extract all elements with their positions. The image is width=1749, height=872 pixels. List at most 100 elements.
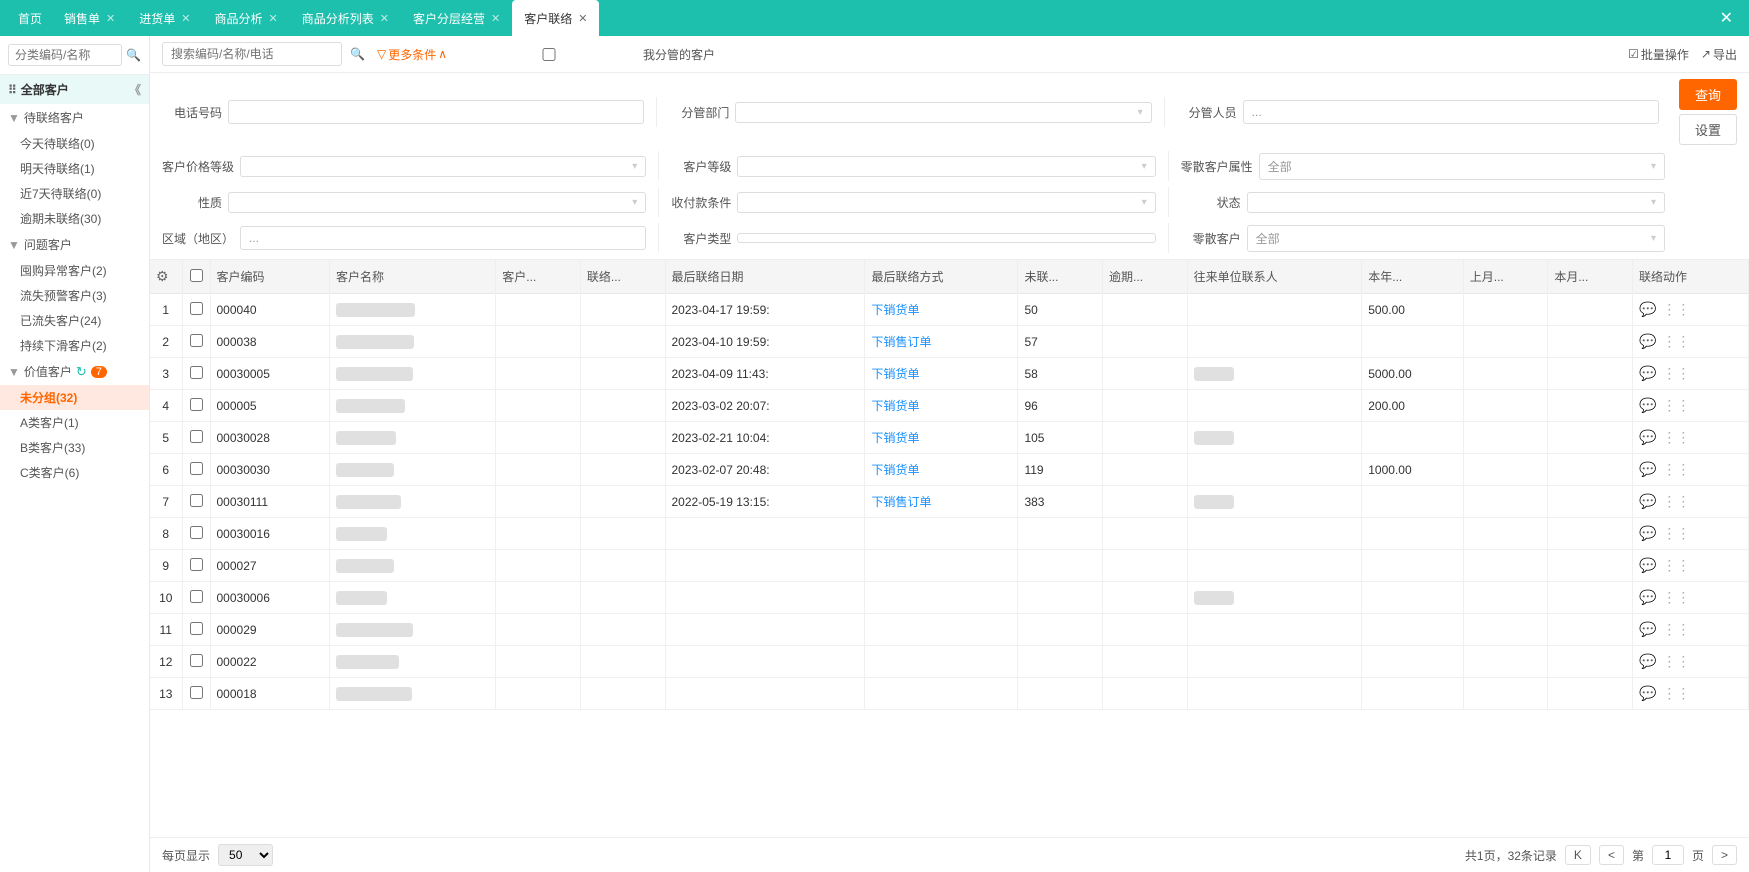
tab-customer-contact[interactable]: 客户联络 ✕ [512,0,599,36]
row-check[interactable] [182,294,210,326]
sidebar-item-ungrouped[interactable]: 未分组(32) [0,385,149,410]
menu-icon[interactable]: ⋮⋮ [1662,429,1690,446]
sidebar-all-customers[interactable]: ⠿ 全部客户 《 [0,75,149,104]
tab-home[interactable]: 首页 [8,0,52,36]
row-checkbox[interactable] [190,654,203,667]
chat-icon[interactable]: 💬 [1639,589,1656,606]
tab-purchase-close[interactable]: ✕ [181,12,190,25]
row-check[interactable] [182,646,210,678]
row-check[interactable] [182,550,210,582]
last-method-link[interactable]: 下销售订单 [871,495,931,509]
tab-product-list-close[interactable]: ✕ [380,12,389,25]
menu-icon[interactable]: ⋮⋮ [1662,589,1690,606]
row-checkbox[interactable] [190,366,203,379]
chat-icon[interactable]: 💬 [1639,685,1656,702]
sidebar-item-class-b[interactable]: B类客户(33) [0,435,149,460]
batch-ops-btn[interactable]: ☑ 批量操作 [1628,46,1689,63]
row-checkbox[interactable] [190,462,203,475]
tab-sales[interactable]: 销售单 ✕ [52,0,127,36]
menu-icon[interactable]: ⋮⋮ [1662,685,1690,702]
chat-icon[interactable]: 💬 [1639,557,1656,574]
row-check[interactable] [182,326,210,358]
sidebar-item-tomorrow[interactable]: 明天待联络(1) [0,156,149,181]
row-checkbox[interactable] [190,398,203,411]
row-check[interactable] [182,486,210,518]
menu-icon[interactable]: ⋮⋮ [1662,653,1690,670]
close-window-button[interactable]: ✕ [1712,8,1741,28]
filter-scatter-attr-select[interactable]: 全部 ▾ [1259,153,1665,180]
row-checkbox[interactable] [190,686,203,699]
filter-phone-input[interactable] [228,100,644,124]
menu-icon[interactable]: ⋮⋮ [1662,333,1690,350]
menu-icon[interactable]: ⋮⋮ [1662,461,1690,478]
row-check[interactable] [182,422,210,454]
row-check[interactable] [182,390,210,422]
sidebar-item-churned[interactable]: 已流失客户(24) [0,308,149,333]
menu-icon[interactable]: ⋮⋮ [1662,301,1690,318]
tab-customer-tier-close[interactable]: ✕ [491,12,500,25]
row-check[interactable] [182,358,210,390]
chat-icon[interactable]: 💬 [1639,525,1656,542]
refresh-icon[interactable]: ↻ [76,364,87,380]
chat-icon[interactable]: 💬 [1639,333,1656,350]
row-checkbox[interactable] [190,558,203,571]
row-checkbox[interactable] [190,334,203,347]
sidebar-group-problem[interactable]: ▼ 问题客户 [0,231,149,258]
tab-sales-close[interactable]: ✕ [106,12,115,25]
filter-search-icon[interactable]: 🔍 [350,47,365,61]
chat-icon[interactable]: 💬 [1639,653,1656,670]
prev-page-btn[interactable]: < [1599,845,1624,865]
sidebar-item-declining[interactable]: 持续下滑客户(2) [0,333,149,358]
export-btn[interactable]: ↗ 导出 [1701,46,1737,63]
tab-product-analysis-close[interactable]: ✕ [269,12,278,25]
last-method-link[interactable]: 下销货单 [871,463,919,477]
row-checkbox[interactable] [190,526,203,539]
sidebar-item-today[interactable]: 今天待联络(0) [0,131,149,156]
my-customers-checkbox[interactable] [459,48,639,61]
tab-customer-tier[interactable]: 客户分层经营 ✕ [401,0,512,36]
next-page-btn[interactable]: > [1712,845,1737,865]
menu-icon[interactable]: ⋮⋮ [1662,621,1690,638]
tab-purchase[interactable]: 进货单 ✕ [127,0,202,36]
sidebar-group-pending[interactable]: ▼ 待联络客户 [0,104,149,131]
filter-ctype-select[interactable] [737,233,1155,243]
chat-icon[interactable]: 💬 [1639,397,1656,414]
more-conditions-btn[interactable]: ▽ 更多条件 ∧ [377,46,447,63]
row-check[interactable] [182,678,210,710]
sidebar-item-week[interactable]: 近7天待联络(0) [0,181,149,206]
chat-icon[interactable]: 💬 [1639,429,1656,446]
row-check[interactable] [182,582,210,614]
chat-icon[interactable]: 💬 [1639,301,1656,318]
tab-product-analysis[interactable]: 商品分析 ✕ [202,0,289,36]
menu-icon[interactable]: ⋮⋮ [1662,557,1690,574]
chat-icon[interactable]: 💬 [1639,461,1656,478]
chat-icon[interactable]: 💬 [1639,365,1656,382]
tab-customer-contact-close[interactable]: ✕ [578,12,587,25]
first-page-btn[interactable]: K [1565,845,1591,865]
filter-scatter-select[interactable]: 全部 ▾ [1247,225,1665,252]
sidebar-search-input[interactable] [8,44,122,66]
filter-dept-select[interactable]: ▾ [735,102,1151,123]
menu-icon[interactable]: ⋮⋮ [1662,397,1690,414]
row-checkbox[interactable] [190,622,203,635]
select-all-checkbox[interactable] [190,269,203,282]
filter-nature-select[interactable]: ▾ [228,192,646,213]
sidebar-item-abnormal[interactable]: 囤购异常客户(2) [0,258,149,283]
row-checkbox[interactable] [190,430,203,443]
row-checkbox[interactable] [190,590,203,603]
filter-customer-tier-select[interactable]: ▾ [737,156,1155,177]
last-method-link[interactable]: 下销货单 [871,431,919,445]
sidebar-item-overdue[interactable]: 逾期未联络(30) [0,206,149,231]
menu-icon[interactable]: ⋮⋮ [1662,365,1690,382]
search-input[interactable] [162,42,342,66]
last-method-link[interactable]: 下销货单 [871,399,919,413]
reset-button[interactable]: 设置 [1679,114,1737,145]
sidebar-item-class-c[interactable]: C类客户(6) [0,460,149,485]
row-checkbox[interactable] [190,302,203,315]
row-check[interactable] [182,454,210,486]
sidebar-search-icon[interactable]: 🔍 [126,48,141,62]
query-button[interactable]: 查询 [1679,79,1737,110]
filter-person-select[interactable]: ... [1243,100,1659,124]
sidebar-item-class-a[interactable]: A类客户(1) [0,410,149,435]
filter-payment-select[interactable]: ▾ [737,192,1155,213]
